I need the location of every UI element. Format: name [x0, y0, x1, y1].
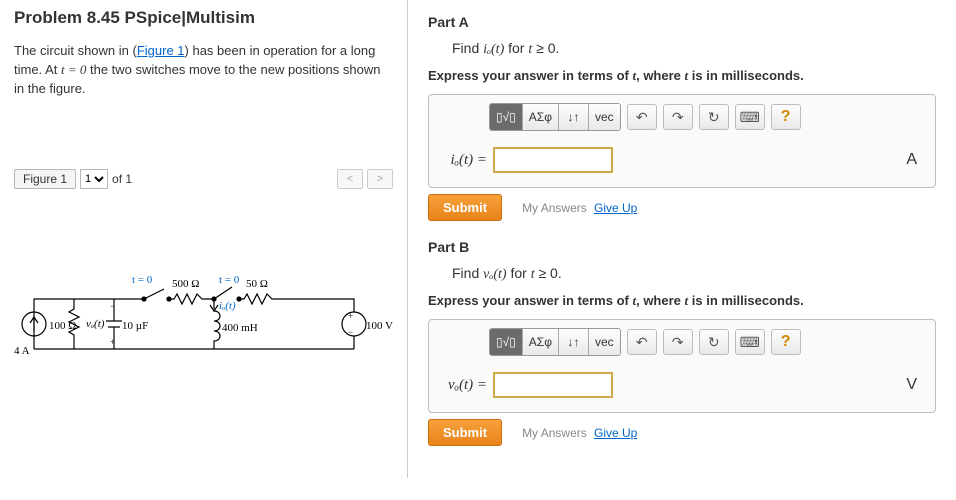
undo-button[interactable]: ↶ [627, 104, 657, 130]
figure-button[interactable]: Figure 1 [14, 169, 76, 189]
undo-button[interactable]: ↶ [627, 329, 657, 355]
circuit-diagram: t = 0 500 Ω t = 0 50 Ω 4 A 100 Ω vₒ(t) 1… [14, 239, 393, 382]
redo-button[interactable]: ↷ [663, 104, 693, 130]
svg-text:−: − [348, 327, 353, 337]
keyboard-button[interactable]: ⌨ [735, 104, 765, 130]
toolbar: ▯√▯ ΑΣφ ↓↑ vec ↶ ↷ ↻ ⌨ ? [429, 95, 935, 139]
prompt-text: for t ≥ 0. [507, 265, 562, 281]
prompt-var: iₒ(t) [483, 42, 504, 57]
svg-text:+: + [348, 311, 353, 321]
desc-math: t = 0 [61, 62, 86, 77]
answer-input-b[interactable] [493, 372, 613, 398]
my-answers-label: My Answers [522, 201, 587, 215]
svg-text:−: − [110, 301, 115, 311]
label-r50: 50 Ω [246, 278, 268, 290]
submit-button[interactable]: Submit [428, 419, 502, 446]
part-b-actions: Submit My Answers Give Up [428, 419, 936, 446]
problem-title: Problem 8.45 PSpice|Multisim [14, 8, 393, 28]
part-b-label: Part B [428, 239, 936, 255]
part-a-actions: Submit My Answers Give Up [428, 194, 936, 221]
prompt-text: Find [452, 265, 483, 281]
figure-select[interactable]: 1 [80, 169, 108, 189]
eq-label-b: vₒ(t) = [441, 377, 487, 394]
figure-prev-button[interactable]: < [337, 169, 363, 189]
help-button[interactable]: ? [771, 104, 801, 130]
answer-input-a[interactable] [493, 147, 613, 173]
redo-button[interactable]: ↷ [663, 329, 693, 355]
label-r100: 100 Ω [49, 320, 76, 332]
label-io: iₒ(t) [219, 300, 236, 312]
my-answers-label: My Answers [522, 426, 587, 440]
label-isrc: 4 A [14, 345, 30, 357]
label-r500: 500 Ω [172, 278, 199, 290]
desc-text: The circuit shown in ( [14, 43, 137, 58]
label-vsrc: 100 V [366, 320, 393, 332]
help-button[interactable]: ? [771, 329, 801, 355]
figure-link[interactable]: Figure 1 [137, 43, 185, 58]
figure-of-label: of 1 [112, 172, 132, 186]
reset-button[interactable]: ↻ [699, 329, 729, 355]
part-a-label: Part A [428, 14, 936, 30]
part-b-prompt: Find vₒ(t) for t ≥ 0. [452, 265, 936, 283]
vec-button[interactable]: vec [589, 329, 620, 355]
figure-nav: Figure 1 1 of 1 < > [14, 169, 393, 189]
vec-button[interactable]: vec [589, 104, 620, 130]
part-a-answer-box: ▯√▯ ΑΣφ ↓↑ vec ↶ ↷ ↻ ⌨ ? iₒ(t) = A [428, 94, 936, 188]
give-up-link[interactable]: Give Up [594, 201, 637, 215]
give-up-link[interactable]: Give Up [594, 426, 637, 440]
subscript-button[interactable]: ↓↑ [559, 104, 589, 130]
greek-button[interactable]: ΑΣφ [523, 104, 559, 130]
label-cap: 10 µF [122, 320, 148, 332]
greek-button[interactable]: ΑΣφ [523, 329, 559, 355]
label-ind: 400 mH [222, 322, 258, 334]
unit-b: V [906, 376, 923, 394]
submit-button[interactable]: Submit [428, 194, 502, 221]
templates-button[interactable]: ▯√▯ [490, 329, 523, 355]
eq-label-a: iₒ(t) = [441, 152, 487, 169]
label-vo: vₒ(t) [86, 318, 105, 330]
problem-description: The circuit shown in (Figure 1) has been… [14, 42, 393, 99]
svg-text:+: + [110, 337, 115, 347]
reset-button[interactable]: ↻ [699, 104, 729, 130]
keyboard-button[interactable]: ⌨ [735, 329, 765, 355]
part-a-prompt: Find iₒ(t) for t ≥ 0. [452, 40, 936, 58]
unit-a: A [906, 151, 923, 169]
prompt-text: for t ≥ 0. [504, 40, 559, 56]
figure-next-button[interactable]: > [367, 169, 393, 189]
prompt-var: vₒ(t) [483, 267, 506, 282]
label-t0-right: t = 0 [219, 274, 240, 286]
prompt-text: Find [452, 40, 483, 56]
toolbar: ▯√▯ ΑΣφ ↓↑ vec ↶ ↷ ↻ ⌨ ? [429, 320, 935, 364]
part-b-subprompt: Express your answer in terms of t, where… [428, 293, 936, 309]
subscript-button[interactable]: ↓↑ [559, 329, 589, 355]
part-a-subprompt: Express your answer in terms of t, where… [428, 68, 936, 84]
label-t0-left: t = 0 [132, 274, 153, 286]
templates-button[interactable]: ▯√▯ [490, 104, 523, 130]
part-b-answer-box: ▯√▯ ΑΣφ ↓↑ vec ↶ ↷ ↻ ⌨ ? vₒ(t) = V [428, 319, 936, 413]
